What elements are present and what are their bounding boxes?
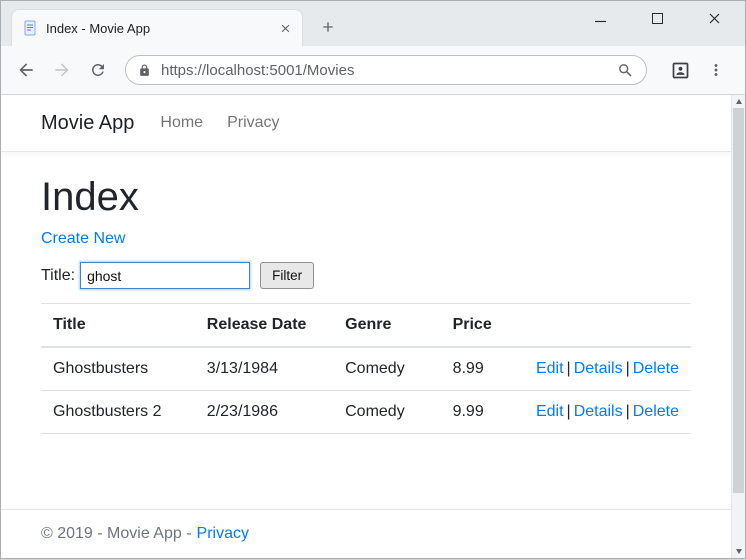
search-icon[interactable] — [617, 62, 634, 79]
genre-cell: Comedy — [333, 346, 441, 391]
header-release-date: Release Date — [194, 303, 334, 348]
profile-button[interactable] — [663, 53, 697, 87]
close-button[interactable] — [686, 3, 743, 33]
action-separator: | — [566, 403, 571, 420]
header-genre: Genre — [333, 303, 441, 348]
site-navbar: Movie App Home Privacy — [1, 95, 731, 152]
forward-arrow-icon — [55, 63, 69, 77]
new-tab-button[interactable] — [313, 12, 343, 42]
nav-privacy-link[interactable]: Privacy — [227, 114, 279, 132]
maximize-button[interactable] — [629, 3, 686, 33]
movie-title-cell: Ghostbusters — [41, 346, 195, 391]
site-footer: © 2019 - Movie App - Privacy — [1, 509, 731, 558]
scroll-down-button[interactable] — [732, 545, 745, 558]
tab-title: Index - Movie App — [46, 20, 151, 36]
title-filter-label: Title: — [41, 266, 76, 284]
minimize-button[interactable] — [572, 3, 629, 33]
movies-table: Title Release Date Genre Price Ghostbust… — [41, 303, 691, 434]
page-title: Index — [41, 175, 139, 219]
tab-favicon-icon — [22, 20, 38, 36]
header-actions — [523, 303, 691, 348]
action-separator: | — [625, 360, 630, 377]
plus-icon — [323, 22, 333, 32]
address-bar[interactable]: https://localhost:5001/Movies — [125, 55, 647, 85]
release-date-cell: 2/23/1986 — [194, 390, 334, 434]
filter-form: Title: Filter — [41, 262, 691, 289]
action-separator: | — [566, 360, 571, 377]
browser-titlebar: Index - Movie App — [1, 1, 745, 46]
tab-close-icon[interactable] — [276, 19, 294, 37]
menu-button[interactable] — [699, 53, 733, 87]
browser-window: Index - Movie App https://localhost:5001… — [0, 0, 746, 559]
scroll-down-icon — [735, 549, 742, 554]
nav-home-link[interactable]: Home — [160, 114, 203, 132]
web-page: Movie App Home Privacy Index Create New … — [1, 95, 745, 558]
lock-icon[interactable] — [138, 64, 151, 77]
filter-button[interactable]: Filter — [260, 262, 315, 289]
header-price: Price — [440, 303, 524, 348]
action-separator: | — [625, 403, 630, 420]
main-content: Index Create New Title: Filter Title Rel… — [1, 152, 731, 509]
url-text: https://localhost:5001/Movies — [161, 61, 355, 79]
movie-row: Ghostbusters 2 2/23/1986 Comedy 9.99 Edi… — [41, 390, 691, 434]
movie-title-cell: Ghostbusters 2 — [41, 390, 195, 434]
movie-row: Ghostbusters 3/13/1984 Comedy 8.99 Edit |… — [41, 346, 691, 391]
forward-button[interactable] — [45, 53, 79, 87]
details-link[interactable]: Details — [574, 360, 623, 377]
delete-link[interactable]: Delete — [633, 360, 679, 377]
back-arrow-icon — [19, 63, 33, 77]
page-content: Movie App Home Privacy Index Create New … — [1, 95, 731, 558]
maximize-icon — [652, 12, 663, 24]
edit-link[interactable]: Edit — [536, 403, 564, 420]
price-cell: 9.99 — [440, 390, 524, 434]
brand-link[interactable]: Movie App — [41, 112, 134, 135]
actions-cell: Edit | Details | Delete — [523, 390, 691, 434]
delete-link[interactable]: Delete — [633, 403, 679, 420]
more-vert-icon — [714, 64, 718, 76]
genre-cell: Comedy — [333, 390, 441, 434]
browser-toolbar: https://localhost:5001/Movies — [1, 46, 745, 95]
window-controls — [572, 3, 743, 33]
edit-link[interactable]: Edit — [536, 360, 564, 377]
minimize-icon — [595, 20, 606, 22]
reload-button[interactable] — [81, 53, 115, 87]
scroll-up-icon — [735, 99, 742, 104]
release-date-cell: 3/13/1984 — [194, 346, 334, 391]
price-cell: 8.99 — [440, 346, 524, 391]
profile-icon — [672, 62, 688, 78]
header-title: Title — [41, 303, 195, 348]
copyright-text: © 2019 - Movie App - — [41, 525, 192, 542]
footer-privacy-link[interactable]: Privacy — [197, 525, 249, 543]
back-button[interactable] — [9, 53, 43, 87]
actions-cell: Edit | Details | Delete — [523, 346, 691, 391]
details-link[interactable]: Details — [574, 403, 623, 420]
reload-icon — [91, 63, 104, 76]
browser-tab[interactable]: Index - Movie App — [11, 9, 303, 46]
table-header-row: Title Release Date Genre Price — [41, 303, 691, 348]
scroll-up-button[interactable] — [732, 95, 745, 108]
page-scrollbar[interactable] — [731, 95, 745, 558]
close-icon — [709, 13, 720, 23]
create-new-link[interactable]: Create New — [41, 230, 125, 248]
title-filter-input[interactable] — [80, 262, 251, 289]
scrollbar-thumb[interactable] — [733, 108, 744, 493]
